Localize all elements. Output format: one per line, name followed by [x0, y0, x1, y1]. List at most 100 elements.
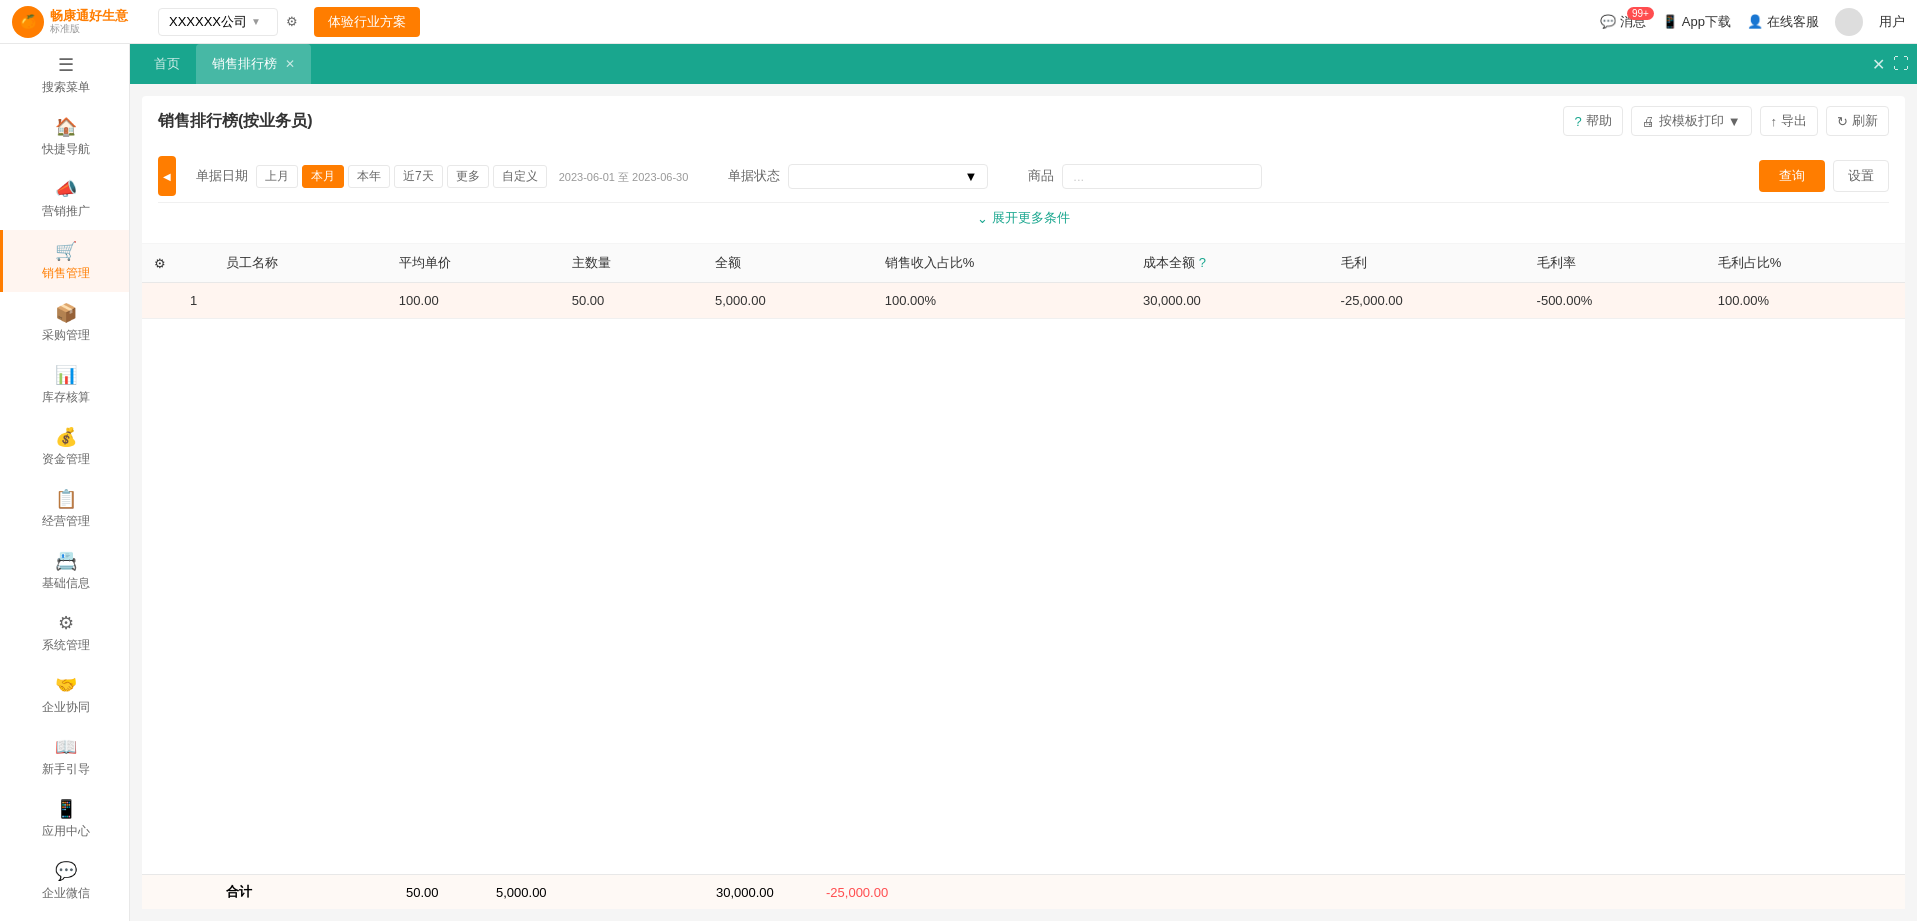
- col-sales-ratio: 销售收入占比%: [873, 244, 1131, 283]
- top-header: 🍊 畅康通好生意 标准版 XXXXXX公司 ▼ ⚙ 体验行业方案 💬 消息 99…: [0, 0, 1917, 44]
- print-button[interactable]: 🖨 按模板打印 ▼: [1631, 106, 1752, 136]
- app-download-label: App下载: [1682, 13, 1731, 31]
- operation-icon: 📋: [55, 488, 77, 510]
- expand-more-button[interactable]: ⌄ 展开更多条件: [158, 202, 1889, 233]
- settings-button[interactable]: 设置: [1833, 160, 1889, 192]
- sidebar-item-apps[interactable]: 📱 应用中心: [0, 788, 129, 850]
- table-body: 1 100.00 50.00 5,000.00 100.00% 30,000.0…: [142, 283, 1905, 319]
- sidebar-item-finance[interactable]: 💰 资金管理: [0, 416, 129, 478]
- inventory-icon: 📊: [55, 364, 77, 386]
- footer-label: 合计: [226, 883, 306, 901]
- col-gross-ratio: 毛利占比%: [1706, 244, 1905, 283]
- row-settings-col: [142, 283, 178, 319]
- sidebar-label-guide: 新手引导: [42, 761, 90, 778]
- online-service-label: 在线客服: [1767, 13, 1819, 31]
- sidebar-item-search[interactable]: ☰ 搜索菜单: [0, 44, 129, 106]
- sidebar-label-quicknav: 快捷导航: [42, 141, 90, 158]
- trial-btn[interactable]: 体验行业方案: [314, 7, 420, 37]
- user-name[interactable]: 用户: [1879, 13, 1905, 31]
- page-header: 销售排行榜(按业务员) ? 帮助 🖨 按模板打印 ▼ ↑ 导出: [142, 96, 1905, 146]
- tab-expand-icon[interactable]: ⛶: [1893, 55, 1909, 73]
- sales-icon: 🛒: [55, 240, 77, 262]
- download-icon: 📱: [1662, 14, 1678, 29]
- col-amount: 全额: [703, 244, 873, 283]
- sidebar-item-system[interactable]: ⚙ 系统管理: [0, 602, 129, 664]
- date-btn-this-year[interactable]: 本年: [348, 165, 390, 188]
- page-content: 销售排行榜(按业务员) ? 帮助 🖨 按模板打印 ▼ ↑ 导出: [130, 84, 1917, 921]
- refresh-label: 刷新: [1852, 112, 1878, 130]
- table-row: 1 100.00 50.00 5,000.00 100.00% 30,000.0…: [142, 283, 1905, 319]
- filter-goods-item: 商品 ...: [1028, 164, 1262, 189]
- sidebar-item-inventory[interactable]: 📊 库存核算: [0, 354, 129, 416]
- sidebar-item-marketing[interactable]: 📣 营销推广: [0, 168, 129, 230]
- row-gross-rate: -500.00%: [1525, 283, 1706, 319]
- col-rank: [178, 244, 214, 283]
- tab-sales-ranking-label: 销售排行榜: [212, 55, 277, 73]
- filter-row: ◀ 单据日期 上月 本月 本年 近7天 更多 自定义 202: [158, 156, 1889, 196]
- data-table: ⚙ 员工名称 平均单价 主数量 全额 销售收入占比% 成本全额 ? 毛利 毛利率: [142, 244, 1905, 319]
- filter-goods-input[interactable]: ...: [1062, 164, 1262, 189]
- sidebar-item-vip[interactable]: V 畅会员: [0, 912, 129, 921]
- tab-home[interactable]: 首页: [138, 44, 196, 84]
- query-button[interactable]: 查询: [1759, 160, 1825, 192]
- date-btn-7days[interactable]: 近7天: [394, 165, 443, 188]
- print-label: 按模板打印: [1659, 112, 1724, 130]
- sidebar-item-purchase[interactable]: 📦 采购管理: [0, 292, 129, 354]
- user-avatar[interactable]: [1835, 8, 1863, 36]
- print-icon: 🖨: [1642, 114, 1655, 129]
- tab-close-icon[interactable]: ✕: [285, 57, 295, 71]
- sidebar-item-enterprise[interactable]: 🤝 企业协同: [0, 664, 129, 726]
- export-button[interactable]: ↑ 导出: [1760, 106, 1819, 136]
- online-service-button[interactable]: 👤 在线客服: [1747, 13, 1819, 31]
- sidebar-label-wechat: 企业微信: [42, 885, 90, 902]
- sidebar-item-guide[interactable]: 📖 新手引导: [0, 726, 129, 788]
- sidebar-item-wechat[interactable]: 💬 企业微信: [0, 850, 129, 912]
- app-download-button[interactable]: 📱 App下载: [1662, 13, 1731, 31]
- refresh-button[interactable]: ↻ 刷新: [1826, 106, 1889, 136]
- sidebar-item-sales[interactable]: 🛒 销售管理: [0, 230, 129, 292]
- purchase-icon: 📦: [55, 302, 77, 324]
- company-selector[interactable]: XXXXXX公司 ▼: [158, 8, 278, 36]
- row-amount: 5,000.00: [703, 283, 873, 319]
- sidebar-label-sales: 销售管理: [42, 265, 90, 282]
- apps-icon: 📱: [55, 798, 77, 820]
- help-button[interactable]: ? 帮助: [1563, 106, 1622, 136]
- filter-status-select[interactable]: ▼: [788, 164, 988, 189]
- service-icon: 👤: [1747, 14, 1763, 29]
- col-gross: 毛利: [1329, 244, 1525, 283]
- sidebar-item-basic[interactable]: 📇 基础信息: [0, 540, 129, 602]
- filter-goods-label: 商品: [1028, 167, 1054, 185]
- date-btn-more[interactable]: 更多: [447, 165, 489, 188]
- table-header: ⚙ 员工名称 平均单价 主数量 全额 销售收入占比% 成本全额 ? 毛利 毛利率: [142, 244, 1905, 283]
- sidebar-item-operation[interactable]: 📋 经营管理: [0, 478, 129, 540]
- message-button[interactable]: 💬 消息 99+: [1600, 13, 1646, 31]
- help-icon: ?: [1574, 114, 1581, 129]
- row-main-qty: 50.00: [560, 283, 703, 319]
- sidebar-label-operation: 经营管理: [42, 513, 90, 530]
- goods-input-value: ...: [1073, 169, 1251, 184]
- enterprise-icon: 🤝: [55, 674, 77, 696]
- date-btn-this-month[interactable]: 本月: [302, 165, 344, 188]
- finance-icon: 💰: [55, 426, 77, 448]
- header-settings-button[interactable]: ⚙: [278, 8, 306, 36]
- expand-down-icon: ⌄: [977, 211, 988, 226]
- cost-help-icon: ?: [1199, 255, 1206, 270]
- home-icon: 🏠: [55, 116, 77, 138]
- date-buttons: 上月 本月 本年 近7天 更多 自定义: [256, 165, 547, 188]
- chevron-down-icon: ▼: [251, 16, 261, 27]
- company-name: XXXXXX公司: [169, 13, 247, 31]
- row-gross-ratio: 100.00%: [1706, 283, 1905, 319]
- sidebar-item-quicknav[interactable]: 🏠 快捷导航: [0, 106, 129, 168]
- date-btn-last-month[interactable]: 上月: [256, 165, 298, 188]
- row-gross: -25,000.00: [1329, 283, 1525, 319]
- date-btn-custom[interactable]: 自定义: [493, 165, 547, 188]
- filter-collapse-button[interactable]: ◀: [158, 156, 176, 196]
- search-menu-icon: ☰: [58, 54, 74, 76]
- tab-close-all-icon[interactable]: ✕: [1872, 55, 1885, 74]
- logo-area: 🍊 畅康通好生意 标准版: [12, 6, 128, 38]
- page-actions: ? 帮助 🖨 按模板打印 ▼ ↑ 导出 ↻ 刷新: [1563, 106, 1889, 136]
- collapse-icon: ◀: [163, 171, 171, 182]
- footer-gross: -25,000.00: [826, 885, 936, 900]
- filter-date-label: 单据日期: [196, 167, 248, 185]
- tab-sales-ranking[interactable]: 销售排行榜 ✕: [196, 44, 311, 84]
